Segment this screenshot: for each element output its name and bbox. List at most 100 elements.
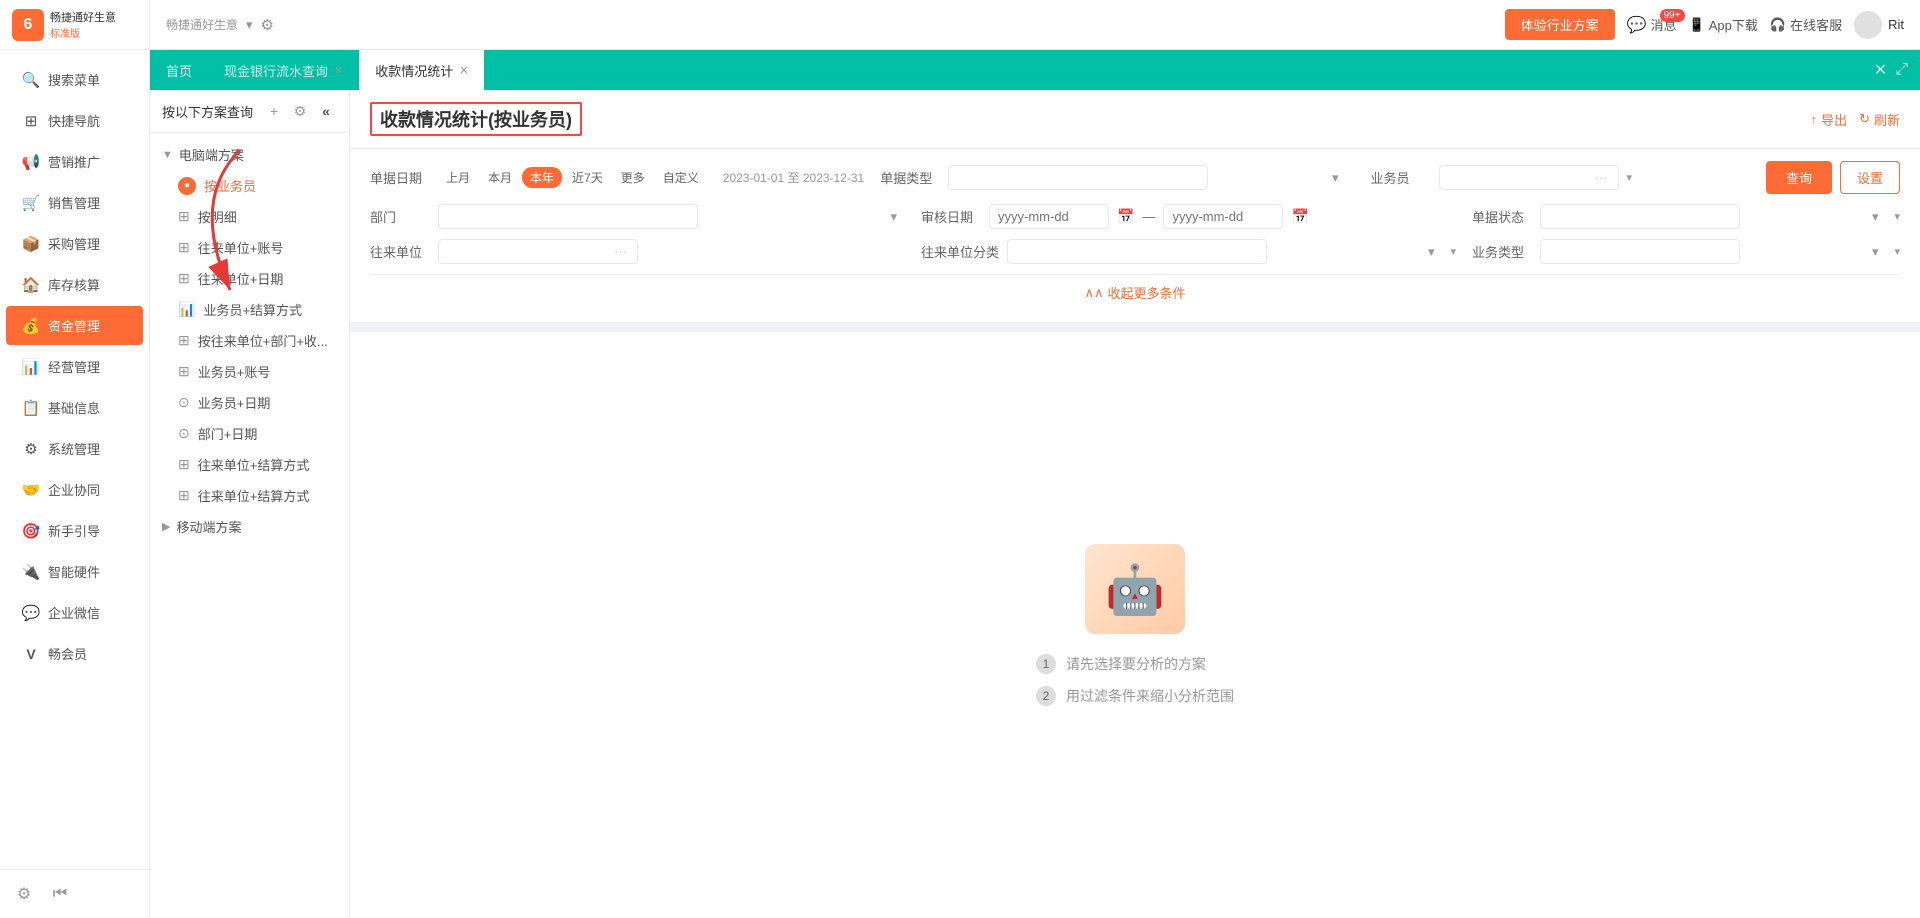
export-btn[interactable]: ↑ 导出 — [1811, 110, 1848, 129]
step-num-1: 1 — [1036, 654, 1056, 674]
sidebar-nav: 🔍 搜索菜单 ⊞ 快捷导航 📢 营销推广 🛒 销售管理 📦 采购管理 🏠 库存核… — [0, 50, 149, 869]
date-tab-this-month[interactable]: 本月 — [480, 167, 520, 188]
tab-bank[interactable]: 现金银行流水查询 ✕ — [208, 50, 359, 90]
finance-icon: 💰 — [22, 317, 40, 335]
setting-btn[interactable]: 设置 — [1840, 161, 1900, 194]
scheme-item-unit-settle1[interactable]: ⊞ 往来单位+结算方式 — [150, 449, 349, 480]
calendar-start-icon[interactable]: 📅 — [1117, 208, 1134, 225]
docstatus-select[interactable] — [1540, 204, 1740, 229]
salesperson-more-btn[interactable]: ··· — [1595, 170, 1608, 185]
sidebar-item-member[interactable]: V 畅会员 — [6, 634, 143, 673]
tab-home[interactable]: 首页 — [150, 50, 208, 90]
calendar-end-icon[interactable]: 📅 — [1291, 208, 1308, 225]
scheme-item-salesperson-method[interactable]: 📊 业务员+结算方式 — [150, 294, 349, 325]
scheme-item-by-detail[interactable]: ⊞ 按明细 — [150, 201, 349, 232]
tab-collection-close[interactable]: ✕ — [459, 64, 468, 77]
sidebar-item-purchase[interactable]: 📦 采购管理 — [6, 224, 143, 263]
empty-steps: 1 请先选择要分析的方案 2 用过滤条件来缩小分析范围 — [1036, 654, 1234, 706]
dept-select[interactable] — [438, 204, 698, 229]
scheme-item-unit-account[interactable]: ⊞ 往来单位+账号 — [150, 232, 349, 263]
sidebar-item-search[interactable]: 🔍 搜索菜单 — [6, 60, 143, 99]
chevron-down-icon: ▼ — [162, 149, 173, 161]
scheme-item-salesperson-account[interactable]: ⊞ 业务员+账号 — [150, 356, 349, 387]
step-num-2: 2 — [1036, 686, 1056, 706]
scheme-item-by-salesperson[interactable]: ● 按业务员 — [150, 170, 349, 201]
sidebar-item-system[interactable]: ⚙ 系统管理 — [6, 429, 143, 468]
sidebar-item-quicknav[interactable]: ⊞ 快捷导航 — [6, 101, 143, 140]
collapse-up-icon: ∧∧ — [1084, 285, 1103, 301]
review-date-end-input[interactable] — [1163, 204, 1283, 229]
user-name: Rit — [1888, 17, 1904, 32]
sidebar-item-hardware[interactable]: 🔌 智能硬件 — [6, 552, 143, 591]
collapse-more-btn[interactable]: ∧∧ 收起更多条件 — [370, 274, 1900, 310]
date-tab-custom[interactable]: 自定义 — [655, 167, 707, 188]
app-download-btn[interactable]: 📱 App下载 — [1689, 15, 1758, 34]
scheme-collapse-btn[interactable]: « — [315, 100, 337, 122]
sidebar-footer: ⚙ ⏮ — [0, 869, 149, 918]
scheme-item-unit-dept-coll[interactable]: ⊞ 按往来单位+部门+收... — [150, 325, 349, 356]
online-service-btn[interactable]: 🎧 在线客服 — [1770, 15, 1842, 34]
header-breadcrumb: 畅捷通好生意 ▾ ⚙ — [166, 16, 1493, 34]
biztype-select-wrapper — [1540, 239, 1886, 264]
tab-collection[interactable]: 收款情况统计 ✕ — [359, 50, 484, 90]
scheme-item-dept-date[interactable]: ⊙ 部门+日期 — [150, 418, 349, 449]
doctype-select[interactable] — [948, 165, 1208, 190]
sidebar-item-finance[interactable]: 💰 资金管理 — [6, 306, 143, 345]
review-date-start-input[interactable] — [989, 204, 1109, 229]
trial-btn[interactable]: 体验行业方案 — [1505, 9, 1615, 40]
collapse-sidebar-icon[interactable]: ⏮ — [46, 880, 74, 908]
scheme-settings-btn[interactable]: ⚙ — [289, 100, 311, 122]
breadcrumb-dropdown-icon[interactable]: ▾ — [246, 17, 253, 33]
chevron-right-icon: ▶ — [162, 520, 170, 533]
filter-doctype-item: 单据类型 — [880, 165, 1354, 190]
title-actions: ↑ 导出 ↻ 刷新 — [1811, 110, 1900, 129]
scheme-group-mobile-label: 移动端方案 — [176, 517, 241, 536]
docstatus-select-wrapper — [1540, 204, 1886, 229]
date-tab-7days[interactable]: 近7天 — [564, 167, 611, 188]
tab-bank-close[interactable]: ✕ — [334, 64, 343, 77]
download-icon: 📱 — [1689, 17, 1705, 33]
settings-icon[interactable]: ⚙ — [10, 880, 38, 908]
maximize-window-btn[interactable]: ⤢ — [1895, 61, 1908, 79]
filter-docstatus-item: 单据状态 ▾ — [1472, 204, 1900, 229]
sidebar: 6 畅捷通好生意 标准版 🔍 搜索菜单 ⊞ 快捷导航 📢 营销推广 🛒 销售管理… — [0, 0, 150, 918]
scheme-add-btn[interactable]: + — [263, 100, 285, 122]
close-window-btn[interactable]: ✕ — [1874, 60, 1887, 80]
counterpartcat-select[interactable] — [1007, 239, 1267, 264]
counterpart-more-btn[interactable]: ··· — [614, 244, 627, 259]
refresh-btn[interactable]: ↻ 刷新 — [1859, 110, 1900, 129]
sidebar-item-newbie[interactable]: 🎯 新手引导 — [6, 511, 143, 550]
scheme-item-unit-date[interactable]: ⊞ 往来单位+日期 — [150, 263, 349, 294]
messages-btn[interactable]: 💬 消息 99+ — [1627, 15, 1677, 35]
user-avatar-area[interactable]: Rit — [1854, 11, 1904, 39]
sidebar-item-wechat[interactable]: 💬 企业微信 — [6, 593, 143, 632]
biztype-filter-label: 业务类型 — [1472, 242, 1532, 261]
filter-row-1: 单据日期 上月 本月 本年 近7天 更多 自定义 2023-01-01 至 — [370, 161, 1900, 194]
circle-icon-1: ⊙ — [178, 394, 190, 411]
date-tab-last-month[interactable]: 上月 — [438, 167, 478, 188]
filter-counterpart-item: 往来单位 ··· — [370, 239, 905, 264]
sidebar-item-operation[interactable]: 📊 经营管理 — [6, 347, 143, 386]
query-btn[interactable]: 查询 — [1766, 161, 1832, 194]
scheme-item-salesperson-date[interactable]: ⊙ 业务员+日期 — [150, 387, 349, 418]
scheme-group-mobile-header[interactable]: ▶ 移动端方案 — [150, 511, 349, 542]
scheme-item-unit-settle2[interactable]: ⊞ 往来单位+结算方式 — [150, 480, 349, 511]
sidebar-item-basic[interactable]: 📋 基础信息 — [6, 388, 143, 427]
sidebar-item-marketing[interactable]: 📢 营销推广 — [6, 142, 143, 181]
scheme-group-desktop-header[interactable]: ▼ 电脑端方案 — [150, 139, 349, 170]
sidebar-item-enterprise[interactable]: 🤝 企业协同 — [6, 470, 143, 509]
biztype-select[interactable] — [1540, 239, 1740, 264]
wechat-icon: 💬 — [22, 604, 40, 622]
empty-illustration: 🤖 — [1085, 544, 1185, 634]
filter-date-item: 单据日期 上月 本月 本年 近7天 更多 自定义 2023-01-01 至 — [370, 167, 864, 188]
system-icon: ⚙ — [22, 440, 40, 458]
basic-icon: 📋 — [22, 399, 40, 417]
date-tab-more[interactable]: 更多 — [613, 167, 653, 188]
salesperson-input-wrapper: ··· — [1439, 165, 1619, 190]
header-settings-icon[interactable]: ⚙ — [261, 16, 274, 34]
sidebar-item-sales[interactable]: 🛒 销售管理 — [6, 183, 143, 222]
filter-area: 单据日期 上月 本月 本年 近7天 更多 自定义 2023-01-01 至 — [350, 149, 1920, 322]
chart-icon: 📊 — [178, 301, 195, 318]
sidebar-item-inventory[interactable]: 🏠 库存核算 — [6, 265, 143, 304]
date-tab-this-year[interactable]: 本年 — [522, 167, 562, 188]
